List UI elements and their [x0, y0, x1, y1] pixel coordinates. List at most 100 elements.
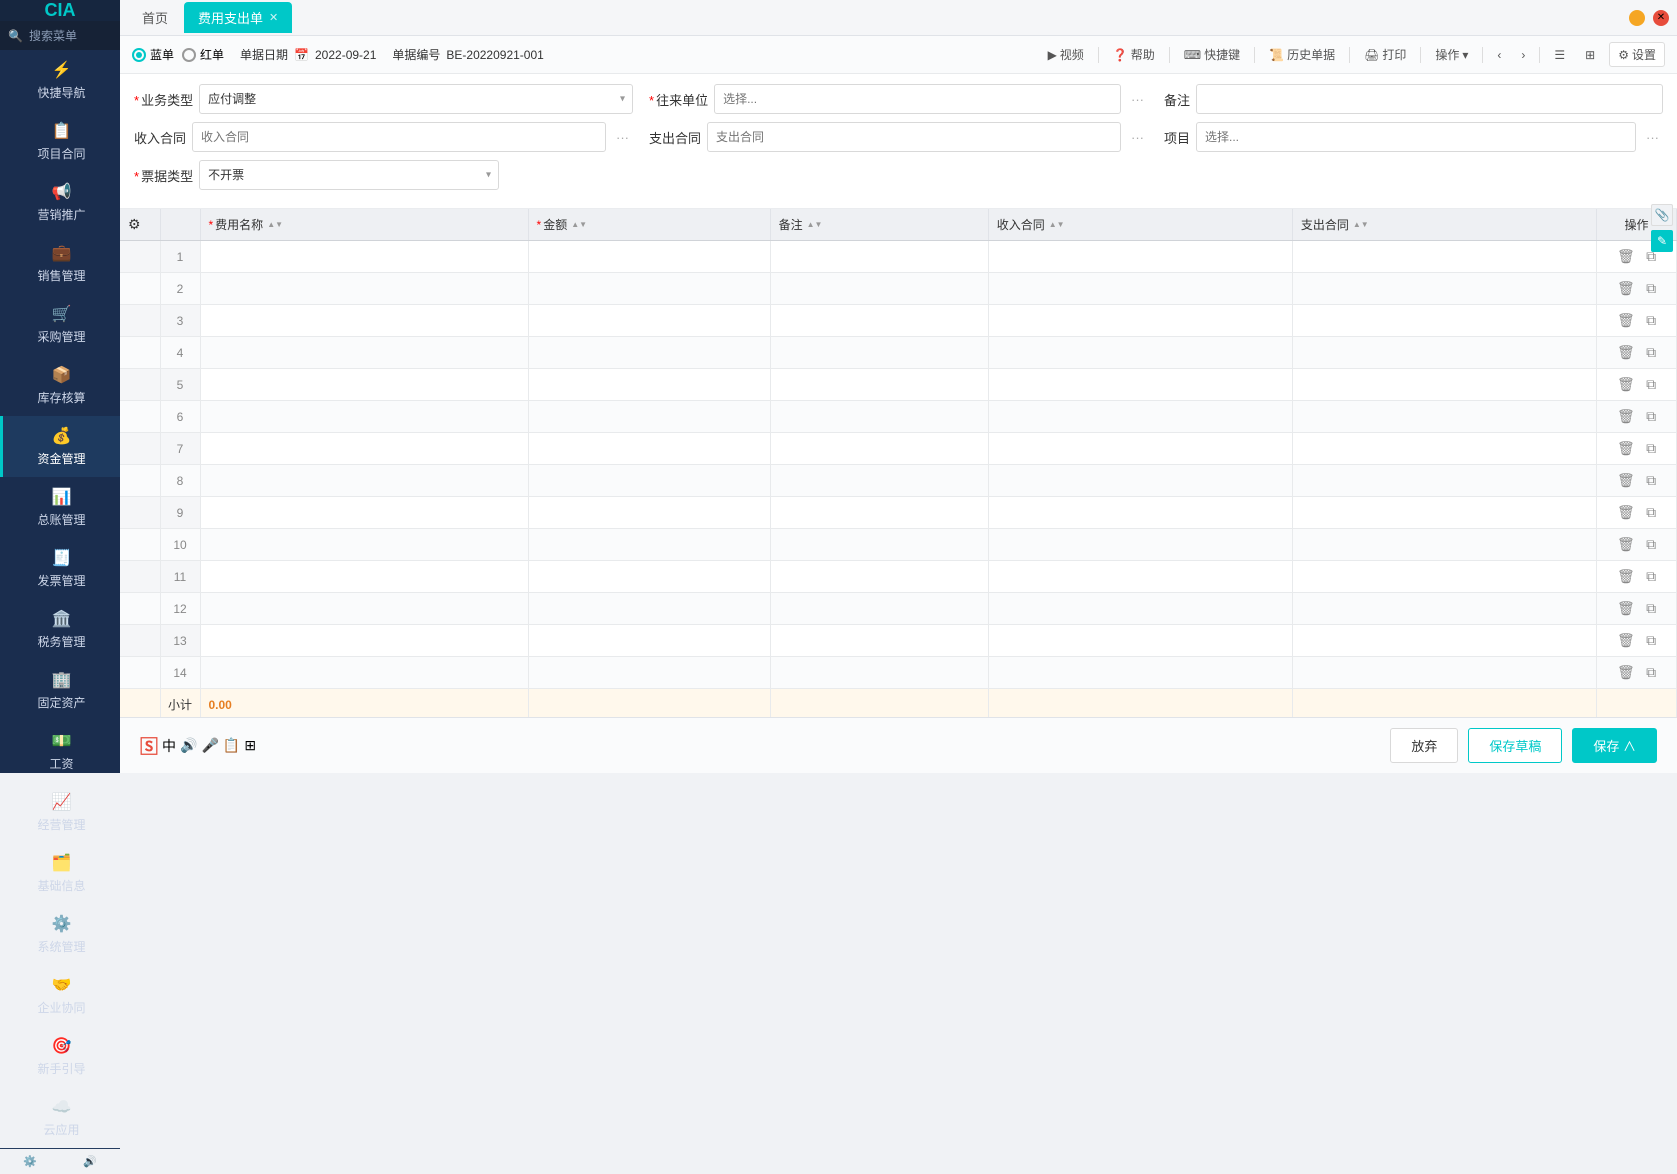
income-contract-cell[interactable] [988, 273, 1292, 305]
delete-row-icon[interactable]: 🗑 [1613, 440, 1639, 456]
delete-row-icon[interactable]: 🗑 [1613, 600, 1639, 616]
settings-bottom-icon[interactable]: ⚙️ [23, 1155, 37, 1168]
income-contract-cell[interactable] [988, 433, 1292, 465]
copy-row-icon[interactable]: ⧉ [1642, 568, 1660, 584]
bill-number-value[interactable]: BE-20220921-001 [446, 48, 543, 62]
settings-button[interactable]: ⚙ 设置 [1609, 42, 1665, 67]
amount-cell[interactable] [528, 433, 770, 465]
income-contract-dots-icon[interactable]: ··· [612, 130, 633, 145]
remark-cell[interactable] [770, 273, 988, 305]
remark-cell[interactable] [770, 305, 988, 337]
remark-cell[interactable] [770, 497, 988, 529]
copy-row-icon[interactable]: ⧉ [1642, 504, 1660, 520]
sidebar-search[interactable]: 🔍 搜索菜单 [0, 21, 120, 50]
amount-cell[interactable] [528, 593, 770, 625]
expense-name-cell[interactable] [200, 593, 528, 625]
copy-row-icon[interactable]: ⧉ [1642, 376, 1660, 392]
income-contract-cell[interactable] [988, 369, 1292, 401]
expense-contract-cell[interactable] [1292, 529, 1596, 561]
income-contract-cell[interactable] [988, 305, 1292, 337]
edge-attachment-icon[interactable]: 📎 [1651, 204, 1673, 226]
grid-view-button[interactable]: ⊞ [1579, 46, 1601, 64]
copy-row-icon[interactable]: ⧉ [1642, 312, 1660, 328]
save-draft-button[interactable]: 保存草稿 [1468, 728, 1562, 763]
sidebar-item-inventory[interactable]: 📦 库存核算 [0, 355, 120, 416]
delete-row-icon[interactable]: 🗑 [1613, 344, 1639, 360]
expense-contract-cell[interactable] [1292, 241, 1596, 273]
expense-name-cell[interactable] [200, 273, 528, 305]
remark-cell[interactable] [770, 401, 988, 433]
delete-row-icon[interactable]: 🗑 [1613, 248, 1639, 264]
income-contract-cell[interactable] [988, 337, 1292, 369]
income-contract-cell[interactable] [988, 625, 1292, 657]
expense-contract-sort-icon[interactable]: ▲▼ [1353, 221, 1369, 229]
delete-row-icon[interactable]: 🗑 [1613, 408, 1639, 424]
sidebar-item-cloud-app[interactable]: ☁️ 云应用 [0, 1087, 120, 1148]
expense-contract-cell[interactable] [1292, 273, 1596, 305]
prev-button[interactable]: ‹ [1491, 46, 1507, 64]
copy-row-icon[interactable]: ⧉ [1642, 632, 1660, 648]
copy-row-icon[interactable]: ⧉ [1642, 472, 1660, 488]
remark-input[interactable] [1196, 84, 1663, 114]
copy-row-icon[interactable]: ⧉ [1642, 280, 1660, 296]
amount-cell[interactable] [528, 241, 770, 273]
expense-contract-cell[interactable] [1292, 497, 1596, 529]
expense-contract-cell[interactable] [1292, 305, 1596, 337]
sidebar-item-fixed-assets[interactable]: 🏢 固定资产 [0, 660, 120, 721]
project-input[interactable] [1196, 122, 1636, 152]
amount-cell[interactable] [528, 337, 770, 369]
date-value[interactable]: 2022-09-21 [315, 48, 376, 62]
delete-row-icon[interactable]: 🗑 [1613, 376, 1639, 392]
delete-row-icon[interactable]: 🗑 [1613, 632, 1639, 648]
expense-name-cell[interactable] [200, 497, 528, 529]
expense-contract-cell[interactable] [1292, 369, 1596, 401]
copy-row-icon[interactable]: ⧉ [1642, 440, 1660, 456]
expense-name-cell[interactable] [200, 465, 528, 497]
expense-name-cell[interactable] [200, 433, 528, 465]
amount-sort-icon[interactable]: ▲▼ [571, 221, 587, 229]
income-contract-cell[interactable] [988, 465, 1292, 497]
amount-cell[interactable] [528, 625, 770, 657]
tab-home[interactable]: 首页 [128, 2, 182, 33]
delete-row-icon[interactable]: 🗑 [1613, 504, 1639, 520]
expense-name-cell[interactable] [200, 657, 528, 689]
red-bill-radio[interactable]: 红单 [182, 46, 224, 63]
sidebar-item-purchase[interactable]: 🛒 采购管理 [0, 294, 120, 355]
expense-contract-input[interactable] [707, 122, 1121, 152]
remark-cell[interactable] [770, 593, 988, 625]
copy-row-icon[interactable]: ⧉ [1642, 600, 1660, 616]
expense-name-cell[interactable] [200, 369, 528, 401]
video-button[interactable]: ▶ 视频 [1042, 44, 1090, 65]
expense-contract-dots-icon[interactable]: ··· [1127, 130, 1148, 145]
income-contract-input[interactable] [192, 122, 606, 152]
shortcut-button[interactable]: ⌨ 快捷键 [1178, 44, 1246, 65]
tab-expense[interactable]: 费用支出单 ✕ [184, 2, 292, 33]
remark-cell[interactable] [770, 657, 988, 689]
income-contract-cell[interactable] [988, 401, 1292, 433]
income-contract-cell[interactable] [988, 593, 1292, 625]
volume-icon[interactable]: 🔊 [83, 1155, 97, 1168]
close-button[interactable]: ✕ [1653, 10, 1669, 26]
business-type-select[interactable]: 应付调整 [199, 84, 633, 114]
remark-cell[interactable] [770, 625, 988, 657]
amount-cell[interactable] [528, 465, 770, 497]
save-button[interactable]: 保存 ∧ [1572, 728, 1657, 763]
copy-row-icon[interactable]: ⧉ [1642, 536, 1660, 552]
table-settings-col[interactable]: ⚙ [120, 209, 160, 241]
expense-contract-cell[interactable] [1292, 593, 1596, 625]
copy-row-icon[interactable]: ⧉ [1642, 344, 1660, 360]
expense-name-cell[interactable] [200, 529, 528, 561]
income-contract-cell[interactable] [988, 657, 1292, 689]
delete-row-icon[interactable]: 🗑 [1613, 472, 1639, 488]
blue-bill-radio[interactable]: 蓝单 [132, 46, 174, 63]
remark-cell[interactable] [770, 465, 988, 497]
minimize-button[interactable] [1629, 10, 1645, 26]
amount-cell[interactable] [528, 305, 770, 337]
amount-cell[interactable] [528, 369, 770, 401]
income-contract-cell[interactable] [988, 529, 1292, 561]
copy-row-icon[interactable]: ⧉ [1642, 664, 1660, 680]
amount-cell[interactable] [528, 657, 770, 689]
copy-row-icon[interactable]: ⧉ [1642, 408, 1660, 424]
expense-name-cell[interactable] [200, 625, 528, 657]
discard-button[interactable]: 放弃 [1390, 728, 1458, 763]
